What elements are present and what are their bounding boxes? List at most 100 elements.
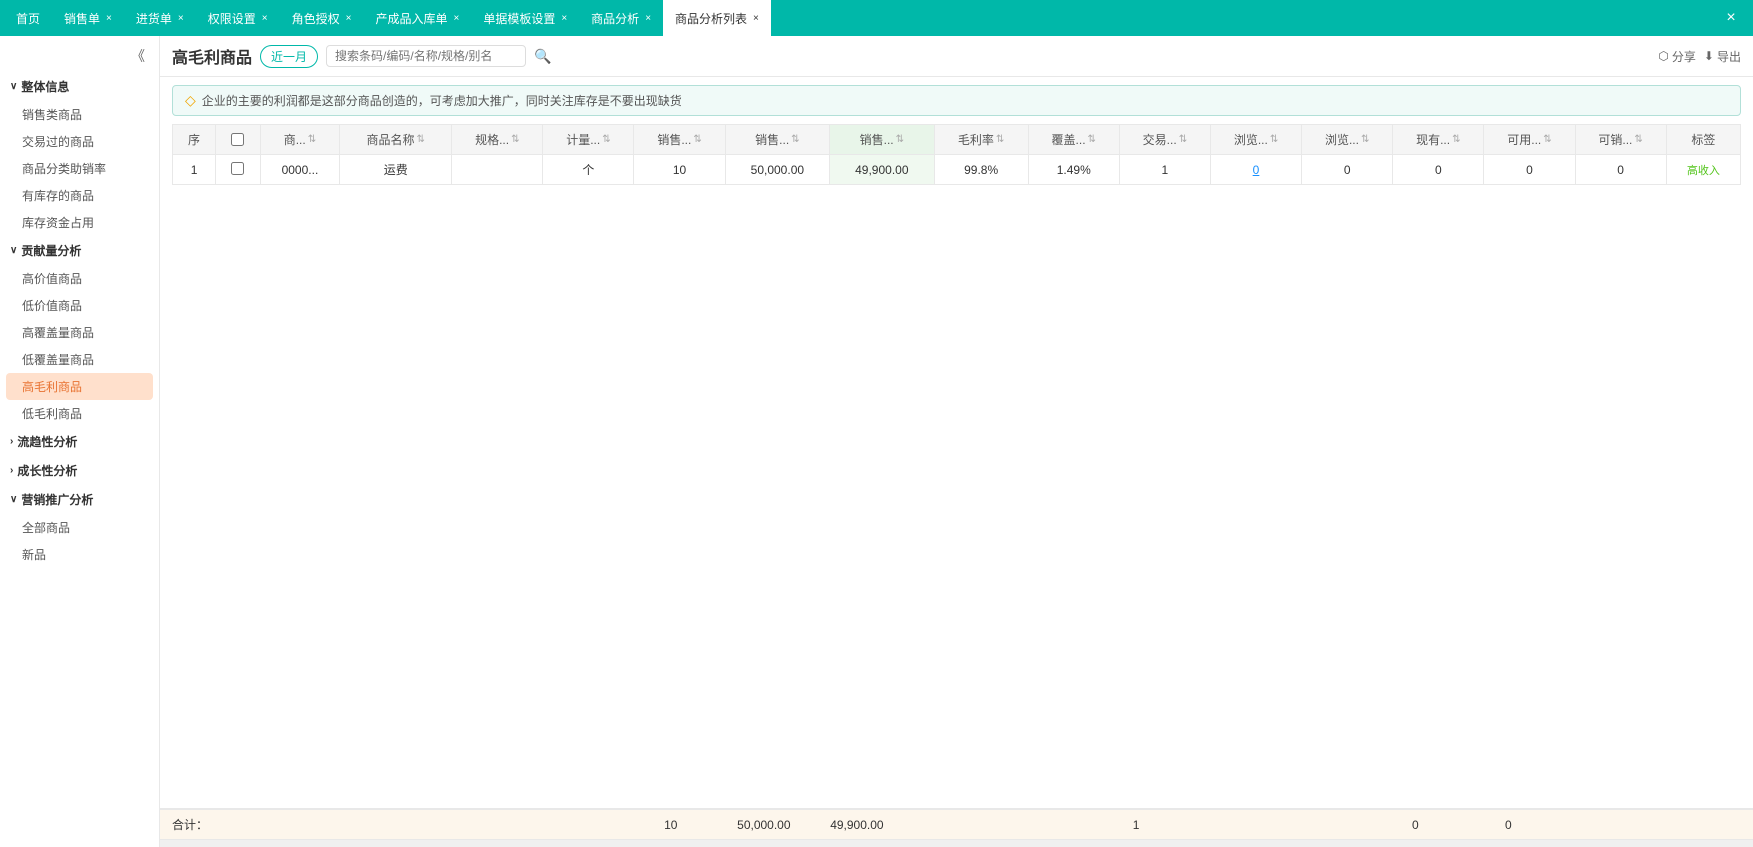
sidebar-group-flow[interactable]: › 流趋性分析 <box>0 427 159 456</box>
share-button[interactable]: ⬡ 分享 <box>1658 48 1696 65</box>
cell-available-stock: 0 <box>1484 155 1575 185</box>
close-purchase-tab[interactable]: × <box>178 13 184 24</box>
col-coverage[interactable]: 覆盖...⇅ <box>1028 125 1119 155</box>
nav-tab-product-analysis-list[interactable]: 商品分析列表 × <box>663 0 771 36</box>
sidebar-item-new-goods[interactable]: 新品 <box>0 541 159 568</box>
sidebar-item-all-goods[interactable]: 全部商品 <box>0 514 159 541</box>
footer-empty2 <box>345 818 438 832</box>
footer-empty8 <box>1276 818 1369 832</box>
close-template-tab[interactable]: × <box>561 13 567 24</box>
footer-empty1 <box>252 818 345 832</box>
sidebar-item-traded-goods[interactable]: 交易过的商品 <box>0 128 159 155</box>
select-all-checkbox[interactable] <box>231 133 244 146</box>
nav-tab-sales[interactable]: 销售单 × <box>52 0 124 36</box>
footer-transactions: 1 <box>1090 818 1183 832</box>
cell-sales-amount: 50,000.00 <box>725 155 829 185</box>
col-current-stock[interactable]: 现有...⇅ <box>1393 125 1484 155</box>
info-banner: ◇ 企业的主要的利润都是这部分商品创造的，可考虑加大推广，同时关注库存是不要出现… <box>172 85 1741 116</box>
search-input[interactable] <box>326 45 526 67</box>
footer-empty6 <box>997 818 1090 832</box>
sidebar-item-low-margin[interactable]: 低毛利商品 <box>0 400 159 427</box>
col-transactions[interactable]: 交易...⇅ <box>1119 125 1210 155</box>
cell-browse1[interactable]: 0 <box>1210 155 1301 185</box>
col-code[interactable]: 商...⇅ <box>260 125 340 155</box>
col-unit[interactable]: 计量...⇅ <box>543 125 634 155</box>
footer-empty3 <box>438 818 531 832</box>
contribution-group-arrow: ∨ <box>10 245 17 256</box>
footer-sales-qty: 10 <box>624 818 717 832</box>
sidebar: 《 ∨ 整体信息 销售类商品 交易过的商品 商品分类助销率 有库存的商品 库存资… <box>0 36 160 847</box>
footer-empty7 <box>1183 818 1276 832</box>
export-icon: ⬇ <box>1704 49 1714 63</box>
close-product-in-tab[interactable]: × <box>453 13 459 24</box>
cell-coverage: 1.49% <box>1028 155 1119 185</box>
nav-tab-template[interactable]: 单据模板设置 × <box>471 0 579 36</box>
cell-current-stock: 0 <box>1393 155 1484 185</box>
sidebar-group-overall[interactable]: ∨ 整体信息 <box>0 72 159 101</box>
flow-group-arrow: › <box>10 436 13 447</box>
cell-name: 运费 <box>340 155 452 185</box>
sidebar-collapse-button[interactable]: 《 <box>125 44 151 68</box>
nav-tab-permission[interactable]: 权限设置 × <box>196 0 280 36</box>
sidebar-item-high-value[interactable]: 高价值商品 <box>0 265 159 292</box>
cell-browse2: 0 <box>1302 155 1393 185</box>
cell-sales-profit: 49,900.00 <box>830 155 934 185</box>
nav-tab-role[interactable]: 角色授权 × <box>280 0 364 36</box>
horizontal-scrollbar[interactable] <box>160 839 1753 847</box>
overall-group-arrow: ∨ <box>10 81 17 92</box>
sidebar-item-low-coverage[interactable]: 低覆盖量商品 <box>0 346 159 373</box>
search-button[interactable]: 🔍 <box>534 48 551 65</box>
footer-empty5 <box>903 818 996 832</box>
sidebar-item-category-rate[interactable]: 商品分类助销率 <box>0 155 159 182</box>
sidebar-item-stock-goods[interactable]: 有库存的商品 <box>0 182 159 209</box>
marketing-group-arrow: ∨ <box>10 494 17 505</box>
info-icon: ◇ <box>185 92 196 109</box>
col-gross-rate[interactable]: 毛利率⇅ <box>934 125 1028 155</box>
col-sales-amount[interactable]: 销售...⇅ <box>725 125 829 155</box>
growth-group-arrow: › <box>10 465 13 476</box>
footer-current-stock: 0 <box>1369 818 1462 832</box>
sidebar-item-sales-goods[interactable]: 销售类商品 <box>0 101 159 128</box>
nav-tab-product-in[interactable]: 产成品入库单 × <box>363 0 471 36</box>
sidebar-group-growth[interactable]: › 成长性分析 <box>0 456 159 485</box>
overall-group-items: 销售类商品 交易过的商品 商品分类助销率 有库存的商品 库存资金占用 <box>0 101 159 236</box>
col-browse1[interactable]: 浏览...⇅ <box>1210 125 1301 155</box>
sidebar-group-contribution[interactable]: ∨ 贡献量分析 <box>0 236 159 265</box>
contribution-group-items: 高价值商品 低价值商品 高覆盖量商品 低覆盖量商品 高毛利商品 低毛利商品 <box>0 265 159 427</box>
window-close-button[interactable]: × <box>1713 0 1749 36</box>
nav-tab-purchase[interactable]: 进货单 × <box>124 0 196 36</box>
sidebar-item-high-margin[interactable]: 高毛利商品 <box>6 373 153 400</box>
content-header: 高毛利商品 近一月 🔍 ⬡ 分享 ⬇ 导出 <box>160 36 1753 77</box>
close-sales-tab[interactable]: × <box>106 13 112 24</box>
col-available-stock[interactable]: 可用...⇅ <box>1484 125 1575 155</box>
top-nav: 首页 销售单 × 进货单 × 权限设置 × 角色授权 × 产成品入库单 × 单据… <box>0 0 1753 36</box>
footer-empty4 <box>531 818 624 832</box>
page-title: 高毛利商品 <box>172 44 252 68</box>
col-sellable-stock[interactable]: 可销...⇅ <box>1575 125 1666 155</box>
close-permission-tab[interactable]: × <box>262 13 268 24</box>
col-sales-profit[interactable]: 销售...⇅ <box>830 125 934 155</box>
col-name[interactable]: 商品名称⇅ <box>340 125 452 155</box>
sidebar-item-stock-capital[interactable]: 库存资金占用 <box>0 209 159 236</box>
col-browse2[interactable]: 浏览...⇅ <box>1302 125 1393 155</box>
col-sales-qty[interactable]: 销售...⇅ <box>634 125 725 155</box>
nav-tab-product-analysis[interactable]: 商品分析 × <box>579 0 663 36</box>
sidebar-item-low-value[interactable]: 低价值商品 <box>0 292 159 319</box>
sidebar-group-marketing[interactable]: ∨ 营销推广分析 <box>0 485 159 514</box>
close-role-tab[interactable]: × <box>346 13 352 24</box>
close-product-analysis-tab[interactable]: × <box>645 13 651 24</box>
row-checkbox[interactable] <box>231 162 244 175</box>
nav-tab-home[interactable]: 首页 <box>4 0 52 36</box>
sidebar-item-high-coverage[interactable]: 高覆盖量商品 <box>0 319 159 346</box>
col-tag: 标签 <box>1666 125 1740 155</box>
table-footer: 合计： 10 50,000.00 49,900.00 1 0 0 <box>160 808 1753 839</box>
cell-checkbox[interactable] <box>216 155 261 185</box>
col-seq: 序 <box>173 125 216 155</box>
header-actions: ⬡ 分享 ⬇ 导出 <box>1658 48 1741 65</box>
time-filter-button[interactable]: 近一月 <box>260 45 318 68</box>
col-spec[interactable]: 规格...⇅ <box>452 125 543 155</box>
cell-gross-rate: 99.8% <box>934 155 1028 185</box>
export-button[interactable]: ⬇ 导出 <box>1704 48 1741 65</box>
close-product-analysis-list-tab[interactable]: × <box>753 13 759 24</box>
content-area: 高毛利商品 近一月 🔍 ⬡ 分享 ⬇ 导出 ◇ 企业 <box>160 36 1753 847</box>
